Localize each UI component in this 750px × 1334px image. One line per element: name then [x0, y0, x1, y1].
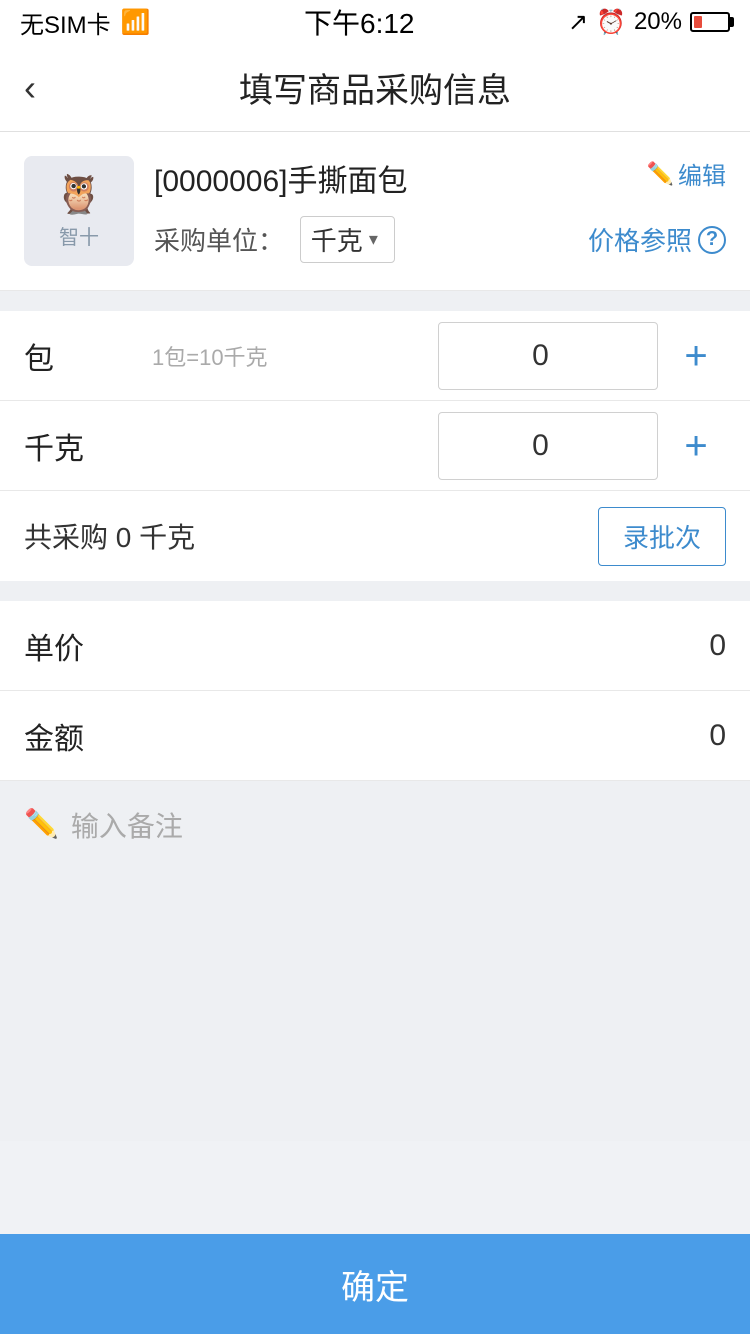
- unit-select[interactable]: 千克 ▾: [300, 216, 395, 263]
- battery-percent: 20%: [634, 8, 682, 36]
- wifi-icon: 📶: [121, 8, 151, 37]
- plus-icon: +: [684, 336, 707, 376]
- summary-row: 共采购 0 千克 录批次: [0, 491, 750, 581]
- product-name-row: [0000006]手撕面包 ✏️ 编辑: [154, 156, 726, 200]
- bao-label: 包: [24, 334, 144, 378]
- product-image-text: 智十: [59, 221, 99, 250]
- confirm-bar[interactable]: 确定: [0, 1234, 750, 1334]
- bao-plus-button[interactable]: +: [666, 322, 726, 390]
- section-divider-1: [0, 291, 750, 311]
- unit-label: 采购单位：: [154, 226, 284, 256]
- amount-label: 金额: [24, 714, 84, 758]
- product-image: 🦉 智十: [24, 156, 134, 266]
- price-ref-button[interactable]: 价格参照 ?: [588, 221, 726, 258]
- remark-section[interactable]: ✏️ 输入备注: [0, 781, 750, 981]
- status-left: 无SIM卡 📶: [20, 5, 151, 40]
- product-info: [0000006]手撕面包 ✏️ 编辑 采购单位： 千克 ▾ 价格参照 ?: [154, 156, 726, 263]
- input-section: 包 1包=10千克 + 千克 +: [0, 311, 750, 491]
- bao-input-row: 包 1包=10千克 +: [0, 311, 750, 401]
- product-unit-row: 采购单位： 千克 ▾ 价格参照 ?: [154, 216, 726, 263]
- dropdown-arrow-icon: ▾: [369, 229, 378, 250]
- status-time: 下午6:12: [304, 2, 415, 42]
- info-section: 单价 0 金额 0: [0, 601, 750, 781]
- nav-bar: ‹ 填写商品采购信息: [0, 44, 750, 132]
- kg-plus-button[interactable]: +: [666, 412, 726, 480]
- bao-input-group: +: [438, 322, 726, 390]
- kg-label: 千克: [24, 424, 144, 468]
- carrier-label: 无SIM卡: [20, 5, 111, 40]
- battery-icon: [690, 12, 730, 32]
- status-bar: 无SIM卡 📶 下午6:12 ↗ ⏰ 20%: [0, 0, 750, 44]
- price-label: 单价: [24, 624, 84, 668]
- kg-input-row: 千克 +: [0, 401, 750, 491]
- pencil-icon: ✏️: [24, 807, 59, 840]
- location-icon: ↗: [568, 8, 588, 37]
- section-divider-2: [0, 581, 750, 601]
- batch-button[interactable]: 录批次: [598, 507, 726, 566]
- product-logo: 🦉: [55, 173, 102, 217]
- kg-input[interactable]: [438, 412, 658, 480]
- back-button[interactable]: ‹: [24, 67, 36, 109]
- unit-area: 采购单位： 千克 ▾: [154, 216, 395, 263]
- remark-placeholder: 输入备注: [71, 805, 183, 845]
- page-title: 填写商品采购信息: [239, 63, 511, 112]
- bao-input[interactable]: [438, 322, 658, 390]
- product-card: 🦉 智十 [0000006]手撕面包 ✏️ 编辑 采购单位： 千克 ▾ 价格参照: [0, 132, 750, 291]
- kg-input-group: +: [438, 412, 726, 480]
- confirm-text: 确定: [341, 1260, 409, 1309]
- alarm-icon: ⏰: [596, 8, 626, 37]
- price-row: 单价 0: [0, 601, 750, 691]
- content-spacer: [0, 981, 750, 1141]
- plus-icon-2: +: [684, 426, 707, 466]
- amount-value: 0: [709, 719, 726, 753]
- edit-icon: ✏️: [647, 161, 674, 187]
- summary-text: 共采购 0 千克: [24, 516, 598, 556]
- battery-fill: [694, 16, 702, 28]
- status-right: ↗ ⏰ 20%: [568, 8, 730, 37]
- product-name: [0000006]手撕面包: [154, 156, 407, 200]
- edit-button[interactable]: ✏️ 编辑: [647, 156, 726, 191]
- price-value: 0: [709, 629, 726, 663]
- bao-sublabel: 1包=10千克: [152, 340, 438, 372]
- amount-row: 金额 0: [0, 691, 750, 781]
- info-icon: ?: [698, 226, 726, 254]
